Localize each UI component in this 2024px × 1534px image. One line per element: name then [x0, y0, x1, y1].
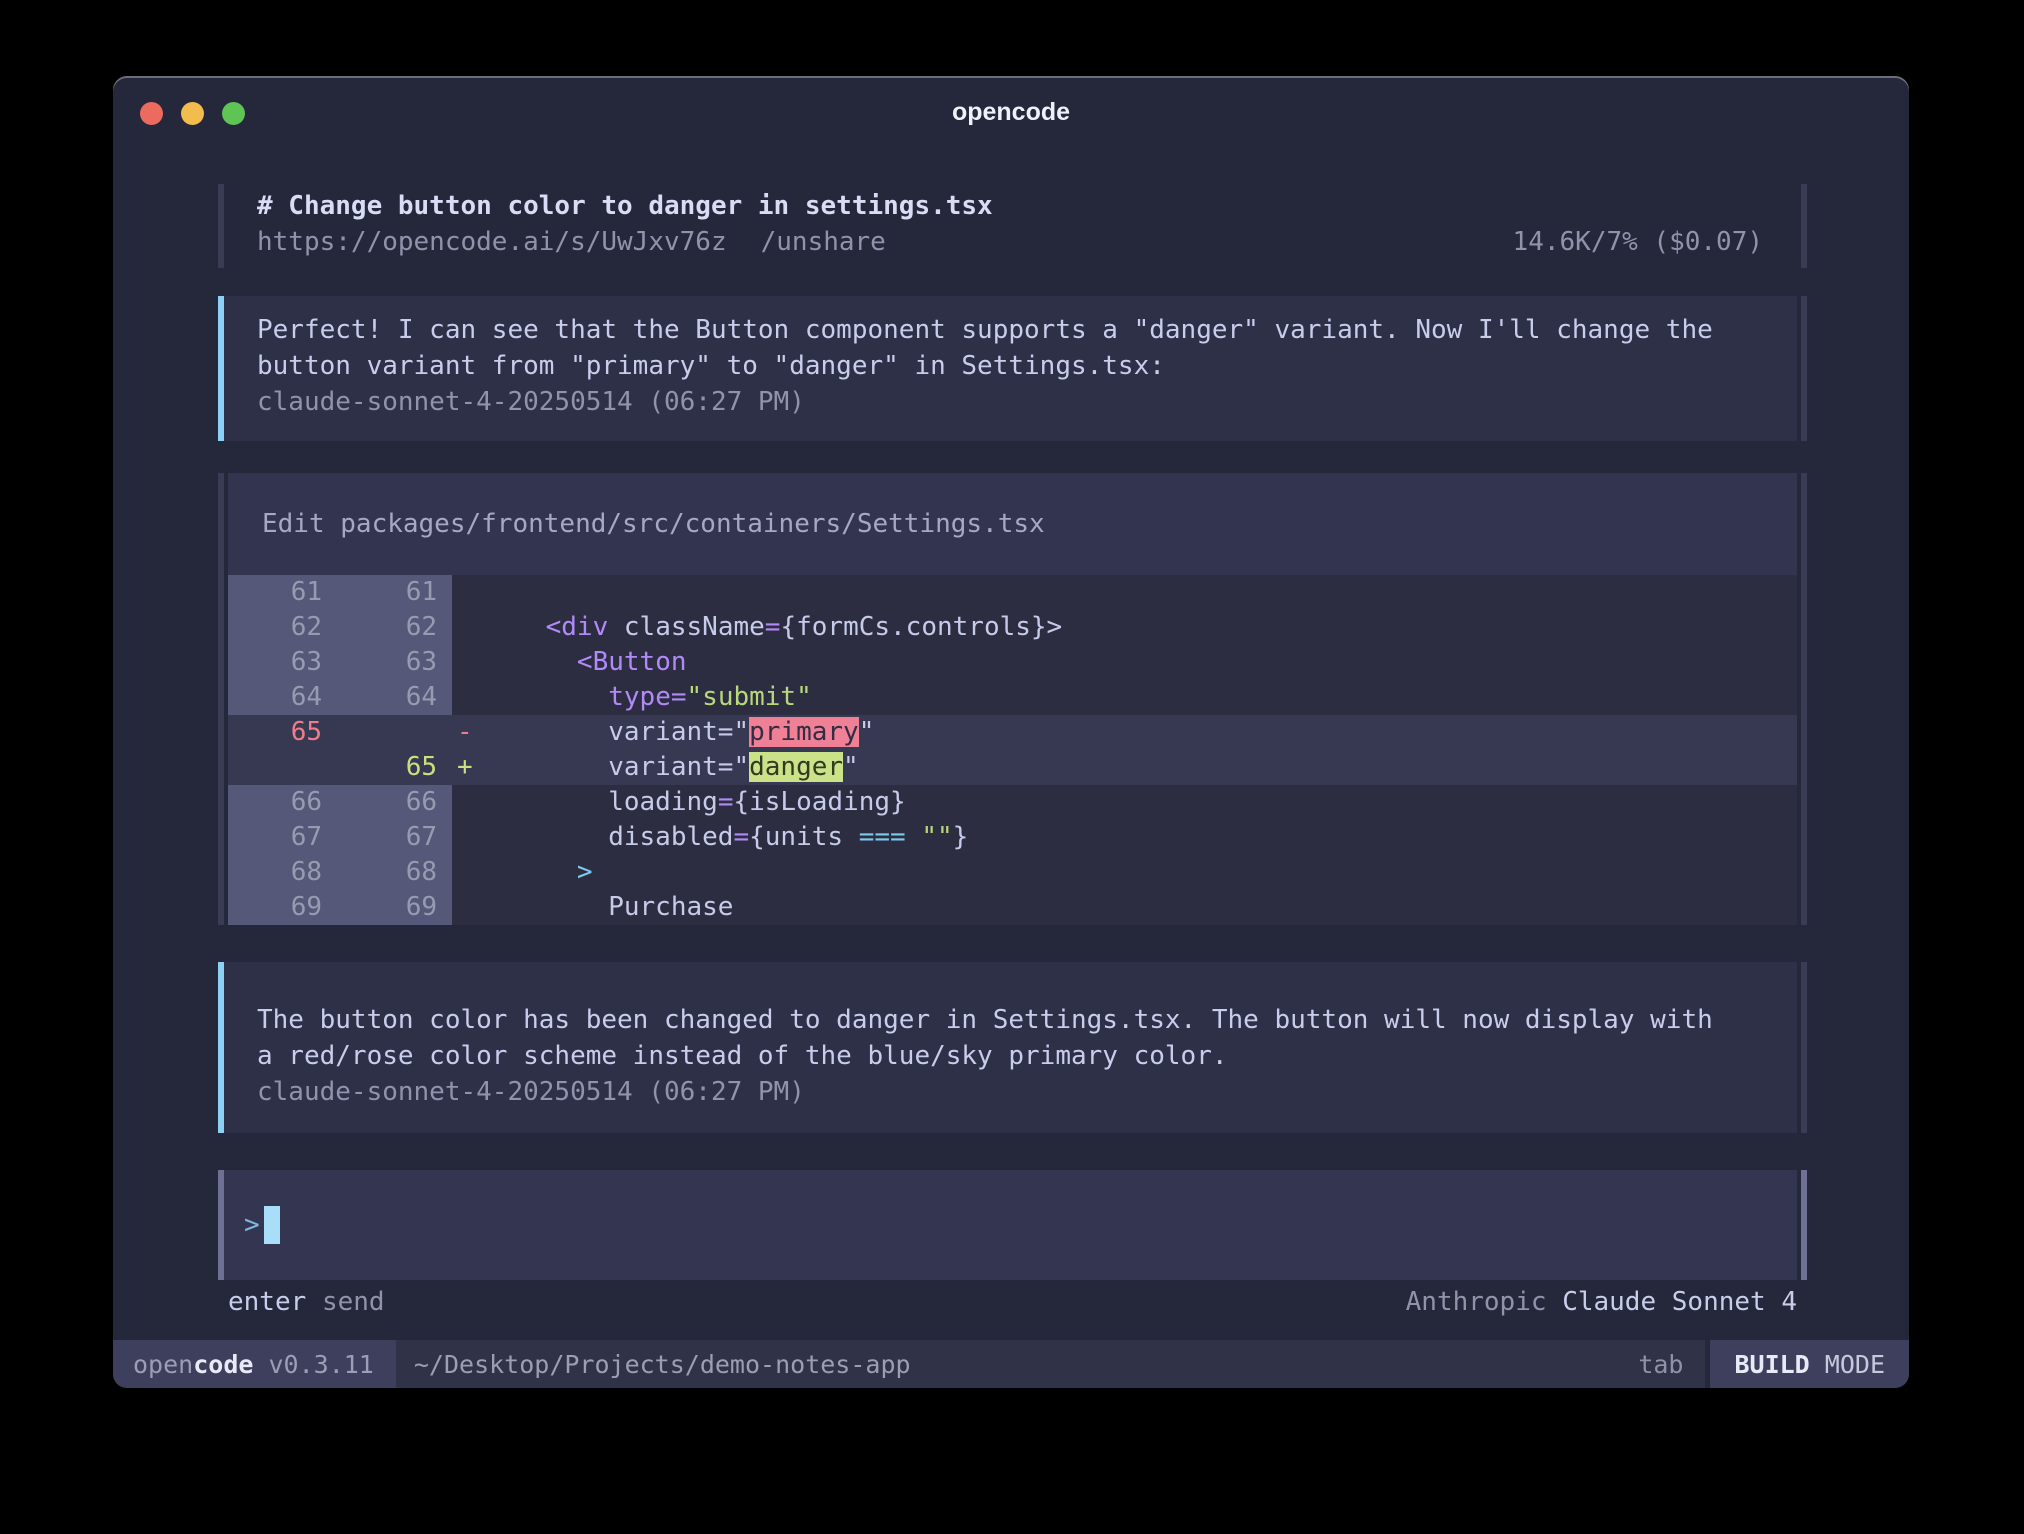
header-right-rule [1801, 184, 1807, 268]
model-label: Claude Sonnet 4 [1562, 1287, 1797, 1317]
app-name-open: open [133, 1350, 193, 1379]
assistant-message: The button color has been changed to dan… [218, 962, 1807, 1133]
app-version-segment: opencode v0.3.11 [113, 1340, 396, 1388]
working-directory: ~/Desktop/Projects/demo-notes-app [414, 1340, 911, 1388]
build-mode-toggle[interactable]: BUILD MODE [1710, 1340, 1909, 1388]
unshare-command[interactable]: /unshare [761, 224, 886, 260]
token-usage: 14.6K/7% ($0.07) [1513, 224, 1763, 260]
diff-row: 6464 type="submit" [228, 680, 1797, 715]
titlebar: opencode [113, 76, 1909, 146]
message-right-rule [1801, 962, 1807, 1133]
message-text-line: Perfect! I can see that the Button compo… [257, 312, 1763, 348]
model-timestamp: claude-sonnet-4-20250514 (06:27 PM) [257, 384, 1763, 420]
diff-row: 6767 disabled={units === ""} [228, 820, 1797, 855]
text-cursor [264, 1206, 280, 1244]
prompt-caret: > [244, 1210, 260, 1240]
send-label: send [322, 1287, 385, 1317]
window-title: opencode [113, 98, 1909, 127]
model-timestamp: claude-sonnet-4-20250514 (06:27 PM) [257, 1074, 1763, 1110]
diff-row: 6262 <div className={formCs.controls}> [228, 610, 1797, 645]
edit-tool-block: Edit packages/frontend/src/containers/Se… [218, 473, 1807, 925]
diff-row: 6868 > [228, 855, 1797, 890]
edit-right-rule [1801, 473, 1807, 925]
diff-row: 65- variant="primary" [228, 715, 1797, 750]
message-text-line: a red/rose color scheme instead of the b… [257, 1038, 1763, 1074]
tab-key-hint: tab [1638, 1340, 1705, 1388]
app-name-code: code [193, 1350, 253, 1379]
diff-row: 6161 [228, 575, 1797, 610]
screen: opencode # Change button color to danger… [0, 0, 2024, 1534]
mode-suffix: MODE [1810, 1350, 1885, 1379]
share-url[interactable]: https://opencode.ai/s/UwJxv76z [257, 224, 727, 260]
message-right-rule [1801, 296, 1807, 441]
assistant-message: Perfect! I can see that the Button compo… [218, 296, 1807, 441]
enter-key-hint: enter [228, 1287, 306, 1317]
footer-hints: enter send Anthropic Claude Sonnet 4 [228, 1282, 1797, 1322]
mode-name: BUILD [1734, 1350, 1809, 1379]
edit-left-rule [218, 473, 224, 925]
provider-label: Anthropic [1406, 1287, 1547, 1317]
status-bar: opencode v0.3.11 ~/Desktop/Projects/demo… [113, 1340, 1909, 1388]
diff-row: 6666 loading={isLoading} [228, 785, 1797, 820]
edit-tool-title: Edit packages/frontend/src/containers/Se… [228, 473, 1797, 575]
message-text-line: The button color has been changed to dan… [257, 1002, 1763, 1038]
opencode-window: opencode # Change button color to danger… [113, 76, 1909, 1388]
app-version: v0.3.11 [253, 1350, 373, 1379]
session-header: # Change button color to danger in setti… [218, 184, 1807, 268]
prompt-input[interactable]: > [218, 1170, 1807, 1280]
diff-row: 65+ variant="danger" [228, 750, 1797, 785]
message-text-line: button variant from "primary" to "danger… [257, 348, 1763, 384]
diff-row: 6363 <Button [228, 645, 1797, 680]
diff-rows: 61616262 <div className={formCs.controls… [228, 575, 1797, 925]
input-right-rule [1801, 1170, 1807, 1280]
diff-row: 6969 Purchase [228, 890, 1797, 925]
session-title: # Change button color to danger in setti… [257, 188, 1763, 224]
